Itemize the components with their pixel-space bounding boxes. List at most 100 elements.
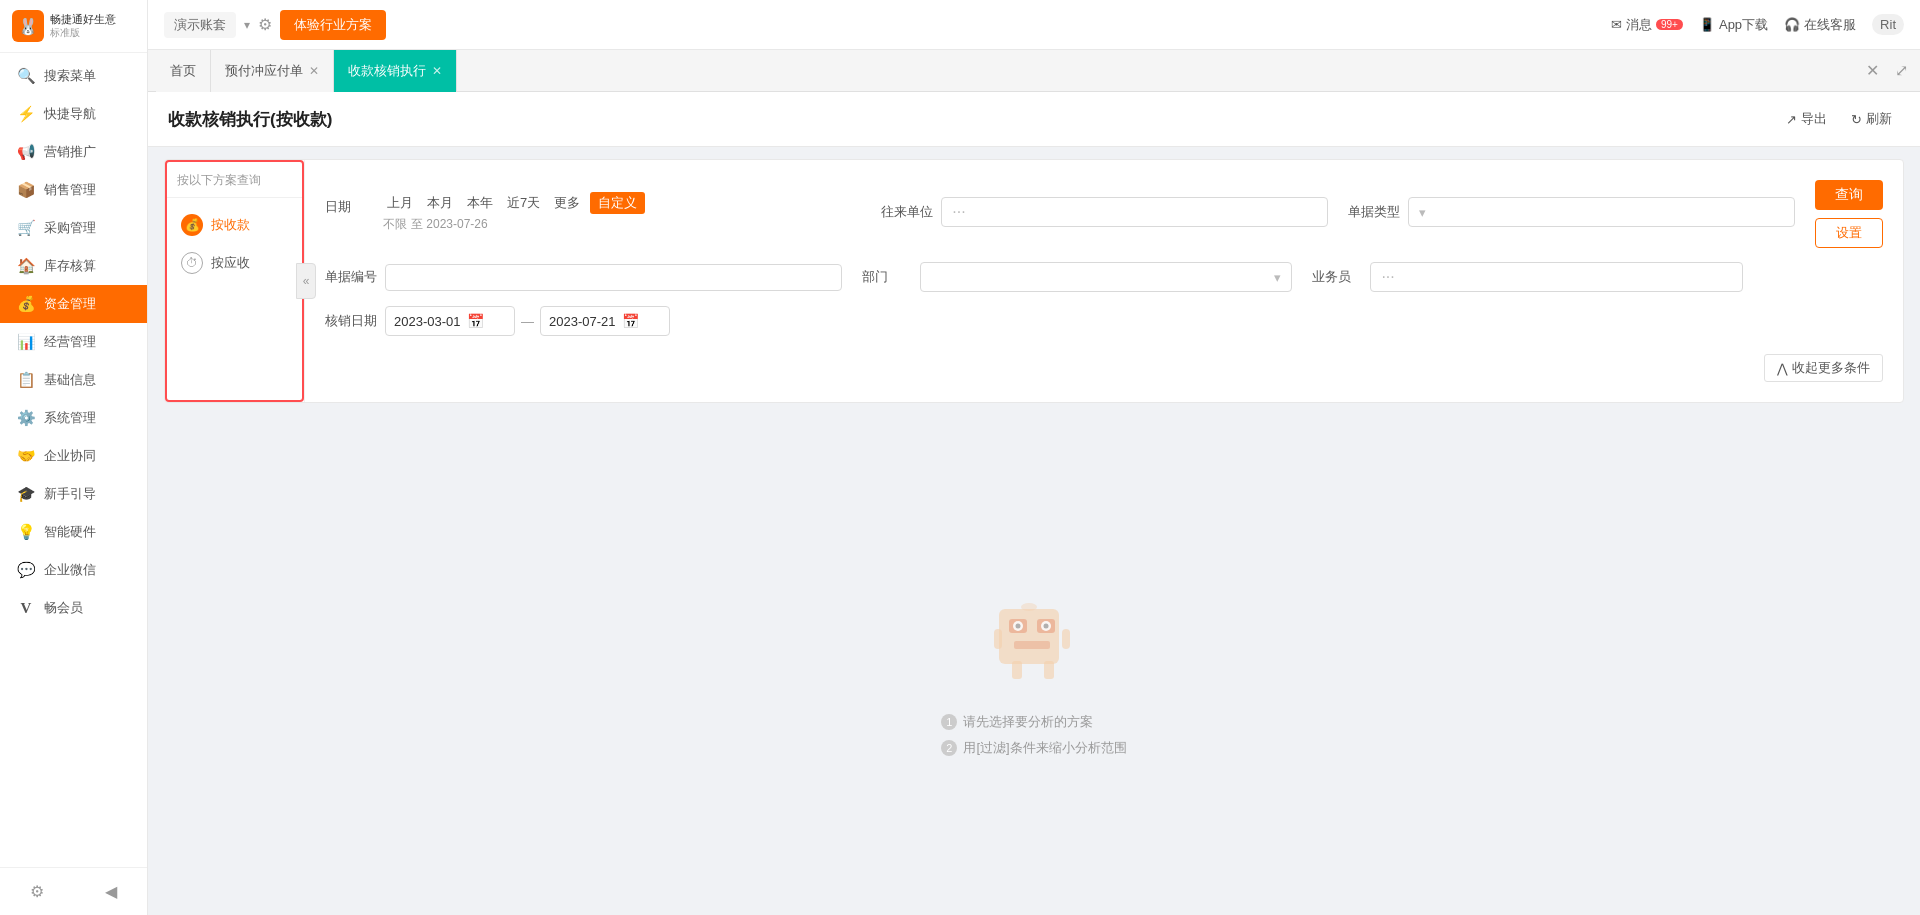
filter-panel: 按以下方案查询 💰 按收款 ⏱ 按应收 « 日期	[164, 159, 1904, 403]
marketing-icon: 📢	[16, 143, 36, 161]
message-btn[interactable]: ✉ 消息 99+	[1611, 16, 1683, 34]
sidebar-item-sales[interactable]: 📦 销售管理	[0, 171, 147, 209]
date-more[interactable]: 更多	[550, 192, 584, 214]
tab-verify-close-icon[interactable]: ✕	[432, 64, 442, 78]
docno-label: 单据编号	[325, 268, 377, 286]
topbar: 演示账套 ▾ ⚙ 体验行业方案 ✉ 消息 99+ 📱 App下载 🎧 在线客服 …	[148, 0, 1920, 50]
tab-prepay-label: 预付冲应付单	[225, 62, 303, 80]
topbar-left: 演示账套 ▾ ⚙ 体验行业方案	[164, 10, 386, 40]
sidebar-item-inventory[interactable]: 🏠 库存核算	[0, 247, 147, 285]
sidebar-item-member[interactable]: V 畅会员	[0, 589, 147, 627]
tab-prepay[interactable]: 预付冲应付单 ✕	[211, 50, 334, 92]
empty-tips: 1 请先选择要分析的方案 2 用[过滤]条件来缩小分析范围	[941, 709, 1126, 761]
sidebar-item-label: 快捷导航	[44, 105, 96, 123]
date-label: 日期	[325, 198, 375, 216]
tab-expand-action[interactable]: ⤢	[1891, 57, 1912, 84]
partner-select[interactable]: ···	[941, 197, 1328, 227]
sidebar-item-label: 搜索菜单	[44, 67, 96, 85]
message-label: 消息	[1626, 16, 1652, 34]
sidebar-item-search[interactable]: 🔍 搜索菜单	[0, 57, 147, 95]
tabbar-actions: ✕ ⤢	[1862, 57, 1912, 84]
collapse-label: 收起更多条件	[1792, 359, 1870, 377]
date-7days[interactable]: 近7天	[503, 192, 544, 214]
verify-date-label: 核销日期	[325, 312, 377, 330]
tab-home-label: 首页	[170, 62, 196, 80]
verify-date-range: 2023-03-01 📅 — 2023-07-21 📅	[385, 306, 849, 336]
sidebar-item-finance[interactable]: 💰 资金管理	[0, 285, 147, 323]
collapse-row: ⋀ 收起更多条件	[325, 350, 1883, 386]
dept-arrow-icon: ▾	[1274, 270, 1281, 285]
settings-bottom-icon[interactable]: ⚙	[24, 876, 50, 907]
date-this-month[interactable]: 本月	[423, 192, 457, 214]
svg-rect-0	[999, 609, 1059, 664]
tab-close-action[interactable]: ✕	[1862, 57, 1883, 84]
member-icon: V	[16, 600, 36, 617]
svg-rect-7	[1044, 661, 1054, 679]
main-area: 演示账套 ▾ ⚙ 体验行业方案 ✉ 消息 99+ 📱 App下载 🎧 在线客服 …	[148, 0, 1920, 915]
receivable-mode-icon: ⏱	[181, 252, 203, 274]
collapse-more-btn[interactable]: ⋀ 收起更多条件	[1764, 354, 1883, 382]
partner-select-dots: ···	[952, 203, 965, 221]
date-last-month[interactable]: 上月	[383, 192, 417, 214]
docno-input[interactable]	[385, 264, 842, 291]
sidebar-item-label: 采购管理	[44, 219, 96, 237]
online-service-btn[interactable]: 🎧 在线客服	[1784, 16, 1856, 34]
company-selector[interactable]: 演示账套	[164, 12, 236, 38]
filter-field-doctype: 单据类型 ▾	[1348, 197, 1795, 227]
tab-home[interactable]: 首页	[156, 50, 211, 92]
date-to: 至 2023-07-26	[411, 216, 488, 233]
filter-sidebar-collapse-btn[interactable]: «	[296, 263, 316, 299]
tab-verify[interactable]: 收款核销执行 ✕	[334, 50, 457, 92]
user-avatar[interactable]: Rit	[1872, 14, 1904, 35]
sidebar-item-collab[interactable]: 🤝 企业协同	[0, 437, 147, 475]
dept-select[interactable]: ▾	[920, 262, 1293, 292]
filter-form: 日期 上月 本月 本年 近7天 更多 自定义 不限	[305, 160, 1903, 402]
svg-point-11	[1016, 624, 1021, 629]
export-btn[interactable]: ↗ 导出	[1778, 106, 1835, 132]
sidebar-item-quicknav[interactable]: ⚡ 快捷导航	[0, 95, 147, 133]
svg-rect-3	[1014, 641, 1050, 649]
date-shortcuts: 上月 本月 本年 近7天 更多 自定义	[383, 192, 645, 214]
tab-prepay-close-icon[interactable]: ✕	[309, 64, 319, 78]
message-badge: 99+	[1656, 19, 1683, 30]
settings-icon[interactable]: ⚙	[258, 15, 272, 34]
sidebar-item-basic-info[interactable]: 📋 基础信息	[0, 361, 147, 399]
refresh-btn[interactable]: ↻ 刷新	[1843, 106, 1900, 132]
filter-row-2: 单据编号 部门 ▾ 业务员 ···	[325, 262, 1883, 292]
date-range-dash: —	[521, 314, 534, 329]
empty-illustration	[974, 569, 1094, 689]
refresh-icon: ↻	[1851, 112, 1862, 127]
doctype-select[interactable]: ▾	[1408, 197, 1795, 227]
filter-mode-by-receivable[interactable]: ⏱ 按应收	[165, 244, 304, 282]
solution-btn[interactable]: 体验行业方案	[280, 10, 386, 40]
sidebar-item-label: 库存核算	[44, 257, 96, 275]
sidebar-item-hardware[interactable]: 💡 智能硬件	[0, 513, 147, 551]
filter-mode-by-receipt[interactable]: 💰 按收款	[165, 206, 304, 244]
company-dropdown-icon[interactable]: ▾	[244, 18, 250, 32]
sidebar-item-label: 新手引导	[44, 485, 96, 503]
sidebar-item-management[interactable]: 📊 经营管理	[0, 323, 147, 361]
setting-btn[interactable]: 设置	[1815, 218, 1883, 248]
empty-state: 1 请先选择要分析的方案 2 用[过滤]条件来缩小分析范围	[148, 415, 1920, 915]
sidebar-item-system[interactable]: ⚙️ 系统管理	[0, 399, 147, 437]
date-custom[interactable]: 自定义	[590, 192, 645, 214]
sidebar-item-marketing[interactable]: 📢 营销推广	[0, 133, 147, 171]
filter-sidebar: 按以下方案查询 💰 按收款 ⏱ 按应收 «	[165, 160, 305, 402]
export-label: 导出	[1801, 110, 1827, 128]
logo-name: 畅捷通好生意	[50, 12, 116, 26]
verify-date-start-input[interactable]: 2023-03-01 📅	[385, 306, 515, 336]
sidebar-item-guide[interactable]: 🎓 新手引导	[0, 475, 147, 513]
dept-label: 部门	[862, 268, 912, 286]
purchase-icon: 🛒	[16, 219, 36, 237]
date-this-year[interactable]: 本年	[463, 192, 497, 214]
collapse-sidebar-icon[interactable]: ◀︎	[99, 876, 123, 907]
tabbar: 首页 预付冲应付单 ✕ 收款核销执行 ✕ ✕ ⤢	[148, 50, 1920, 92]
salesman-select[interactable]: ···	[1370, 262, 1743, 292]
app-download-btn[interactable]: 📱 App下载	[1699, 16, 1768, 34]
verify-date-end-input[interactable]: 2023-07-21 📅	[540, 306, 670, 336]
sidebar-item-label: 基础信息	[44, 371, 96, 389]
sidebar-item-wechat[interactable]: 💬 企业微信	[0, 551, 147, 589]
query-btn[interactable]: 查询	[1815, 180, 1883, 210]
sidebar-item-purchase[interactable]: 🛒 采购管理	[0, 209, 147, 247]
sidebar-item-label: 智能硬件	[44, 523, 96, 541]
